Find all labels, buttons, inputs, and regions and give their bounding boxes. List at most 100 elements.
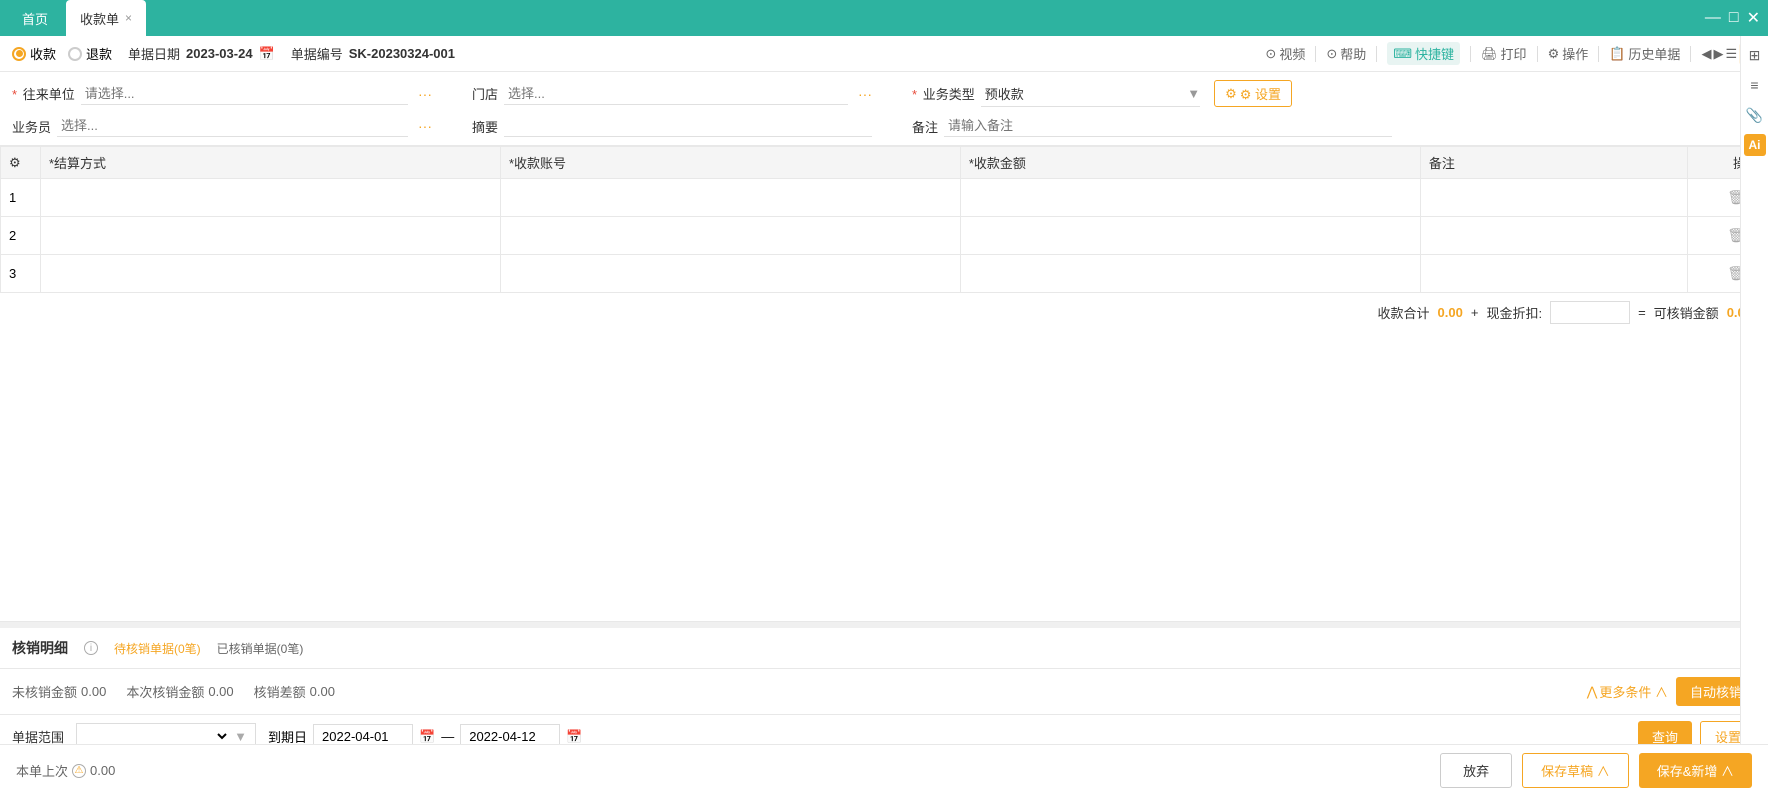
discount-label: 现金折扣: bbox=[1486, 303, 1542, 322]
number-label: 单据编号 bbox=[291, 44, 343, 63]
action-btn[interactable]: ⚙ 操作 bbox=[1548, 44, 1589, 63]
table-row: 2 🗑 ⧉ bbox=[1, 217, 1768, 255]
col-settlement: *结算方式 bbox=[41, 147, 501, 179]
number-field: 单据编号 SK-20230324-001 bbox=[291, 44, 455, 63]
bottom-right: 放弃 保存草稿 ∧ 保存&新增 ∧ bbox=[1440, 753, 1752, 788]
calendar-icon[interactable]: 📅 bbox=[259, 46, 275, 62]
unchecked-label: 未核销金额 bbox=[12, 682, 77, 701]
row-amount-3[interactable] bbox=[960, 255, 1420, 293]
setting-button[interactable]: ⚙ ⚙ 设置 bbox=[1214, 80, 1292, 107]
row-num-2: 2 bbox=[1, 217, 41, 255]
radio-receipt[interactable]: 收款 bbox=[12, 44, 56, 63]
help-btn[interactable]: ⊙ 帮助 bbox=[1326, 44, 1366, 63]
side-table-icon[interactable]: ⊞ bbox=[1744, 44, 1766, 66]
col-settlement-label: *结算方式 bbox=[49, 156, 106, 171]
date-range-dash: — bbox=[441, 729, 454, 744]
form-row-2: 业务员 ··· 摘要 备注 bbox=[12, 115, 1756, 137]
list-view-icon[interactable]: ☰ bbox=[1725, 46, 1737, 62]
row-account-3[interactable] bbox=[500, 255, 960, 293]
discount-input[interactable] bbox=[1550, 301, 1630, 324]
plus-sign: + bbox=[1471, 305, 1479, 320]
side-attach-icon[interactable]: 📎 bbox=[1744, 104, 1766, 126]
diff-stat: 核销差额 0.00 bbox=[254, 682, 335, 701]
verify-header: 核销明细 i 待核销单据(0笔) 已核销单据(0笔) bbox=[0, 628, 1768, 669]
radio-refund-circle bbox=[68, 47, 82, 61]
col-settings[interactable]: ⚙ bbox=[1, 147, 41, 179]
store-more-icon[interactable]: ··· bbox=[858, 86, 872, 102]
biz-type-field: * 业务类型 预收款 ▼ ⚙ ⚙ 设置 bbox=[912, 80, 1292, 107]
bottom-info-icon[interactable]: ⚠ bbox=[72, 764, 86, 778]
window-maximize-icon[interactable]: □ bbox=[1729, 9, 1739, 27]
range-select-input[interactable] bbox=[85, 728, 230, 745]
shortcut-btn[interactable]: ⌨ 快捷键 bbox=[1387, 42, 1460, 65]
biz-type-value: 预收款 bbox=[981, 81, 1187, 106]
row-amount-2[interactable] bbox=[960, 217, 1420, 255]
verify-stats: 未核销金额 0.00 本次核销金额 0.00 核销差额 0.00 ⋀ 更多条件 … bbox=[0, 669, 1768, 715]
date-field: 单据日期 2023-03-24 📅 bbox=[128, 44, 275, 63]
window-close-icon[interactable]: ✕ bbox=[1747, 8, 1760, 28]
side-list-icon[interactable]: ≡ bbox=[1744, 74, 1766, 96]
row-note-1[interactable] bbox=[1420, 179, 1687, 217]
receipt-table: ⚙ *结算方式 *收款账号 *收款金额 备注 操作 bbox=[0, 146, 1768, 293]
side-ai-icon[interactable]: Ai bbox=[1744, 134, 1766, 156]
action-icon: ⚙ bbox=[1548, 46, 1560, 62]
video-icon: ⊙ bbox=[1265, 46, 1276, 62]
store-input[interactable] bbox=[504, 83, 848, 105]
table-row: 1 🗑 ⧉ bbox=[1, 179, 1768, 217]
note-input[interactable] bbox=[944, 115, 1392, 137]
pending-tab[interactable]: 待核销单据(0笔) bbox=[114, 640, 201, 657]
summary-input[interactable] bbox=[504, 115, 872, 137]
tab-home[interactable]: 首页 bbox=[8, 0, 62, 36]
tab-receipt[interactable]: 收款单 × bbox=[66, 0, 146, 36]
radio-receipt-circle bbox=[12, 47, 26, 61]
staff-more-icon[interactable]: ··· bbox=[418, 118, 432, 134]
row-num-1: 1 bbox=[1, 179, 41, 217]
summary-label: 摘要 bbox=[472, 117, 498, 136]
row-settlement-1[interactable] bbox=[41, 179, 501, 217]
verify-title: 核销明细 bbox=[12, 638, 68, 658]
row-note-2[interactable] bbox=[1420, 217, 1687, 255]
row-account-2[interactable] bbox=[500, 217, 960, 255]
partner-more-icon[interactable]: ··· bbox=[418, 86, 432, 102]
radio-refund-label: 退款 bbox=[86, 44, 112, 63]
window-minimize-icon[interactable]: — bbox=[1705, 9, 1721, 27]
calendar-from-icon[interactable]: 📅 bbox=[419, 729, 435, 745]
date-value: 2023-03-24 bbox=[186, 46, 253, 61]
more-conditions-btn[interactable]: ⋀ 更多条件 ∧ bbox=[1587, 682, 1668, 701]
biz-type-label: * 业务类型 bbox=[912, 84, 975, 103]
print-btn[interactable]: 🖨 打印 bbox=[1481, 44, 1527, 63]
next-icon[interactable]: ▶ bbox=[1713, 46, 1723, 62]
receipt-total-label: 收款合计 bbox=[1378, 303, 1430, 322]
row-amount-1[interactable] bbox=[960, 179, 1420, 217]
prev-icon[interactable]: ◀ bbox=[1701, 46, 1711, 62]
save-draft-button[interactable]: 保存草稿 ∧ bbox=[1522, 753, 1629, 788]
diff-label: 核销差额 bbox=[254, 682, 306, 701]
row-settlement-2[interactable] bbox=[41, 217, 501, 255]
col-amount: *收款金额 bbox=[960, 147, 1420, 179]
save-new-button[interactable]: 保存&新增 ∧ bbox=[1639, 753, 1752, 788]
row-settlement-3[interactable] bbox=[41, 255, 501, 293]
row-account-1[interactable] bbox=[500, 179, 960, 217]
radio-refund[interactable]: 退款 bbox=[68, 44, 112, 63]
toolbar-right: ⊙ 视频 ⊙ 帮助 ⌨ 快捷键 🖨 打印 ⚙ 操作 bbox=[1265, 42, 1756, 65]
video-label: 视频 bbox=[1279, 44, 1305, 63]
unchecked-value: 0.00 bbox=[81, 684, 106, 699]
staff-input[interactable] bbox=[57, 115, 408, 137]
current-value: 0.00 bbox=[208, 684, 233, 699]
abandon-button[interactable]: 放弃 bbox=[1440, 753, 1512, 788]
calendar-to-icon[interactable]: 📅 bbox=[566, 729, 582, 745]
biz-type-select[interactable]: 预收款 ▼ bbox=[981, 81, 1200, 107]
col-account-label: *收款账号 bbox=[509, 156, 566, 171]
history-btn[interactable]: 📋 历史单据 bbox=[1609, 44, 1680, 63]
tab-bar-right: — □ ✕ bbox=[1705, 8, 1760, 28]
partner-input[interactable] bbox=[81, 83, 408, 105]
verify-info-icon[interactable]: i bbox=[84, 641, 98, 655]
bottom-bar: 本单上次 ⚠ 0.00 放弃 保存草稿 ∧ 保存&新增 ∧ bbox=[0, 744, 1768, 796]
receipt-label: 收款单 bbox=[80, 9, 119, 28]
biz-type-label-text: 业务类型 bbox=[923, 87, 975, 102]
row-note-3[interactable] bbox=[1420, 255, 1687, 293]
tab-close-icon[interactable]: × bbox=[125, 11, 132, 25]
video-btn[interactable]: ⊙ 视频 bbox=[1265, 44, 1305, 63]
done-tab[interactable]: 已核销单据(0笔) bbox=[217, 640, 304, 657]
store-label: 门店 bbox=[472, 84, 498, 103]
